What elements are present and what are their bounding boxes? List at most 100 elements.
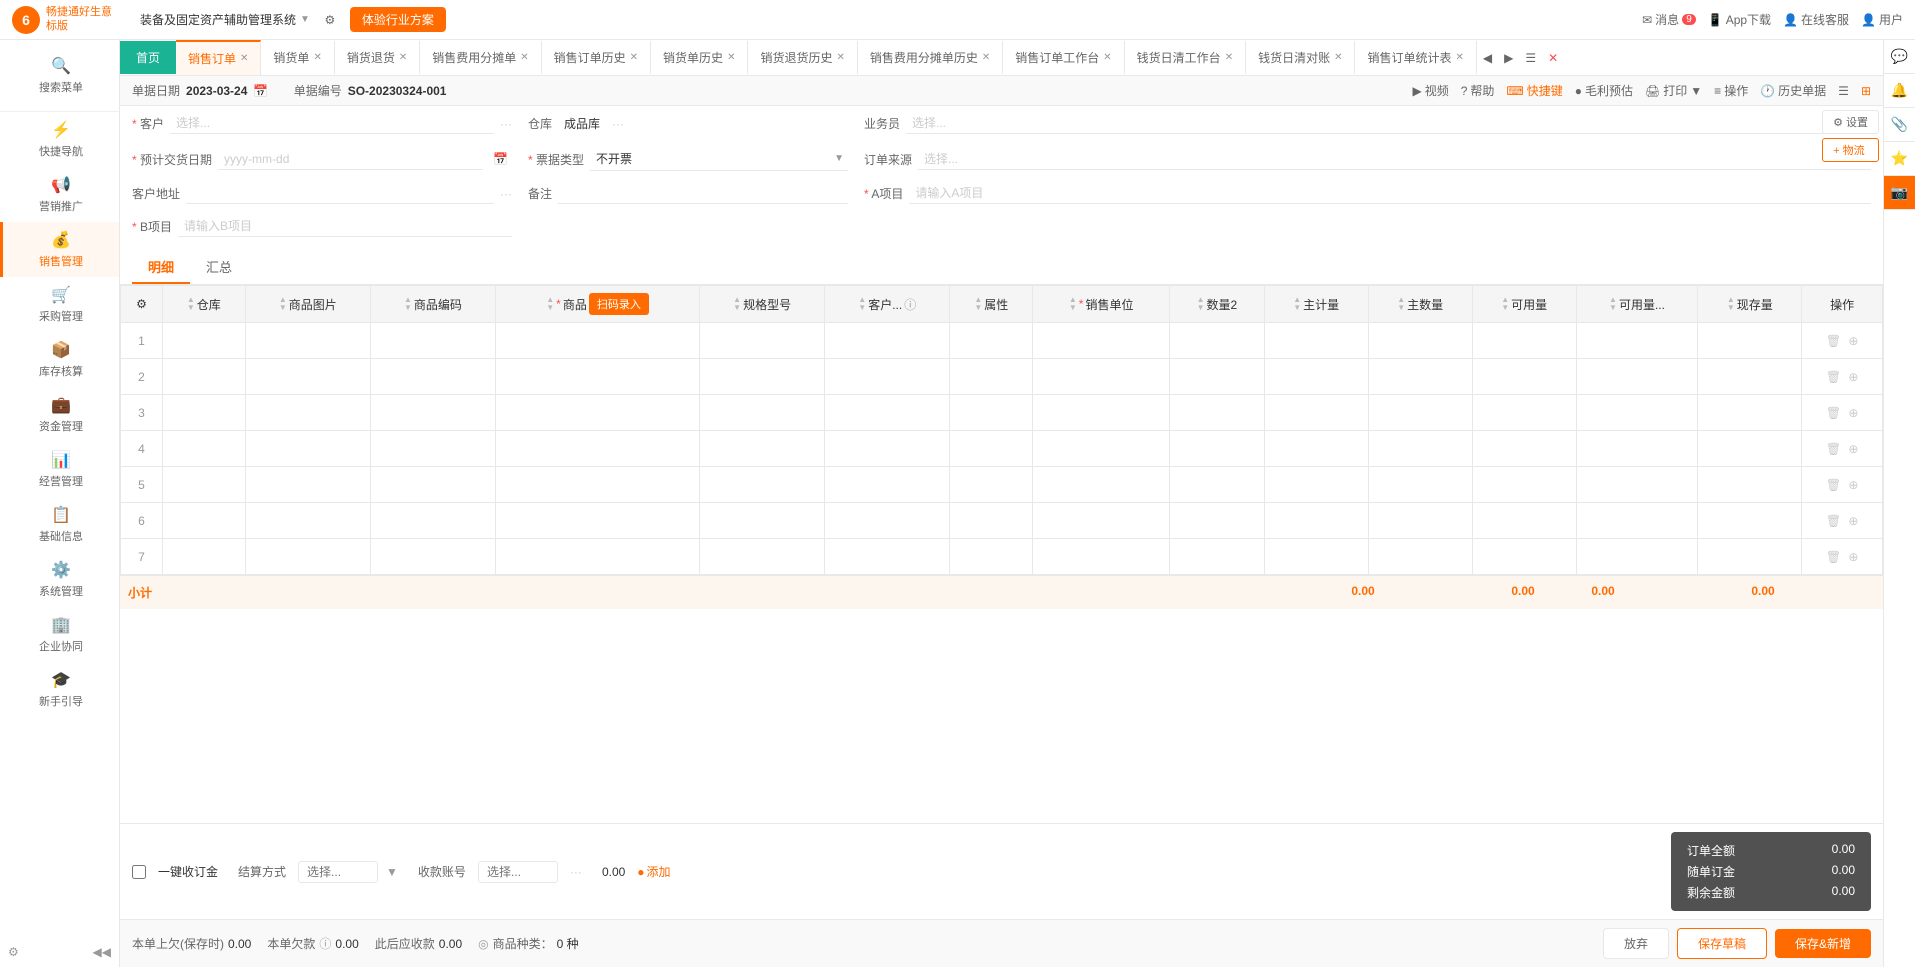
order-source-input[interactable] — [918, 149, 1871, 170]
tab-menu-btn[interactable]: ☰ — [1519, 51, 1542, 65]
tab-cash-goods-workbench[interactable]: 钱货日清工作台 ✕ — [1125, 41, 1246, 74]
delete-icon-7[interactable]: 🗑 — [1826, 550, 1841, 564]
account-more-icon[interactable]: ··· — [570, 865, 582, 879]
row-main-quantity-1[interactable] — [1368, 323, 1472, 359]
customer-more-icon[interactable]: ··· — [500, 117, 512, 131]
account-input[interactable] — [478, 861, 558, 883]
right-float-btn-4[interactable]: ⭐ — [1884, 142, 1915, 176]
tab-close-icon[interactable]: ✕ — [727, 52, 735, 63]
row-product-image-1[interactable] — [245, 323, 370, 359]
sidebar-item-system[interactable]: ⚙️ 系统管理 — [0, 552, 119, 607]
delivery-date-input[interactable] — [218, 149, 483, 170]
row-product-code-2[interactable] — [370, 359, 495, 395]
row-main-quantity-2[interactable] — [1368, 359, 1472, 395]
history-btn[interactable]: 🕐 历史单据 — [1760, 82, 1826, 99]
row-sales-unit-1[interactable] — [1033, 323, 1170, 359]
row-product-code-1[interactable] — [370, 323, 495, 359]
discard-btn[interactable]: 放弃 — [1603, 928, 1669, 959]
tab-close-icon[interactable]: ✕ — [982, 52, 990, 63]
tab-sales-return[interactable]: 销货退货 ✕ — [335, 41, 420, 74]
tab-home[interactable]: 首页 — [120, 41, 176, 74]
sidebar-item-search[interactable]: 🔍 搜索菜单 — [8, 48, 111, 103]
tab-sales-order[interactable]: 销售订单 ✕ — [176, 40, 261, 75]
system-title[interactable]: 装备及固定资产辅助管理系统 ▼ — [140, 11, 310, 28]
tab-sales-workbench[interactable]: 销售订单工作台 ✕ — [1003, 41, 1124, 74]
tab-detail[interactable]: 明细 — [132, 251, 190, 284]
sidebar-item-purchase[interactable]: 🛒 采购管理 — [0, 277, 119, 332]
row-customer-code-1[interactable] — [825, 323, 950, 359]
add-payment-btn[interactable]: ● 添加 — [637, 863, 670, 880]
right-float-btn-5[interactable]: 📷 — [1884, 176, 1915, 210]
invoice-type-select[interactable]: 不开票 ▼ — [590, 147, 848, 171]
tab-sales-goods-history[interactable]: 销货单历史 ✕ — [651, 41, 748, 74]
tab-close-icon[interactable]: ✕ — [520, 52, 528, 63]
row-spec-1[interactable] — [700, 323, 825, 359]
row-sales-unit-2[interactable] — [1033, 359, 1170, 395]
salesperson-input[interactable] — [906, 113, 1853, 134]
address-more-icon[interactable]: ··· — [500, 187, 512, 201]
row-customer-code-2[interactable] — [825, 359, 950, 395]
sidebar-item-ops[interactable]: 📊 经营管理 — [0, 442, 119, 497]
tab-summary[interactable]: 汇总 — [190, 251, 248, 284]
col-settings[interactable]: ⚙ — [121, 286, 163, 323]
row-available2-1[interactable] — [1576, 323, 1698, 359]
scan-btn[interactable]: 扫码录入 — [589, 293, 649, 315]
tab-next-btn[interactable]: ▶ — [1498, 51, 1519, 65]
delete-icon-5[interactable]: 🗑 — [1826, 478, 1841, 492]
tab-close-icon[interactable]: ✕ — [1456, 52, 1464, 63]
calendar-icon-2[interactable]: 📅 — [489, 152, 512, 166]
sidebar-item-inventory[interactable]: 📦 库存核算 — [0, 332, 119, 387]
sidebar-item-guide[interactable]: 🎓 新手引导 — [0, 662, 119, 717]
tab-close-icon[interactable]: ✕ — [1334, 52, 1342, 63]
tab-close-icon[interactable]: ✕ — [630, 52, 638, 63]
col-settings-icon[interactable]: ⚙ — [136, 297, 147, 311]
tab-close-all-btn[interactable]: ✕ — [1542, 51, 1564, 65]
warehouse-more-icon[interactable]: ··· — [612, 117, 624, 131]
row-product-image-2[interactable] — [245, 359, 370, 395]
print-btn[interactable]: 🖨 打印 ▼ — [1645, 82, 1702, 99]
copy-icon-6[interactable]: ⊕ — [1848, 514, 1858, 528]
profit-btn[interactable]: ● 毛利预估 — [1575, 82, 1633, 99]
view-btn[interactable]: ▶ 视频 — [1412, 82, 1448, 99]
user-btn[interactable]: 👤 用户 — [1861, 11, 1903, 28]
row-spec-2[interactable] — [700, 359, 825, 395]
a-project-input[interactable] — [909, 183, 1871, 204]
row-quantity2-1[interactable] — [1170, 323, 1265, 359]
row-main-unit-1[interactable] — [1264, 323, 1368, 359]
sidebar-item-enterprise[interactable]: 🏢 企业协同 — [0, 607, 119, 662]
tab-close-icon[interactable]: ✕ — [1103, 52, 1111, 63]
customer-input[interactable] — [170, 113, 494, 134]
tab-sales-fee-history[interactable]: 销售费用分摊单历史 ✕ — [858, 41, 1003, 74]
row-product-name-2[interactable] — [496, 359, 700, 395]
add-material-btn[interactable]: + 物流 — [1822, 138, 1879, 162]
copy-icon-4[interactable]: ⊕ — [1848, 442, 1858, 456]
app-download-btn[interactable]: 📱 App下载 — [1708, 11, 1771, 28]
tab-close-icon[interactable]: ✕ — [313, 52, 321, 63]
row-current-stock-1[interactable] — [1698, 323, 1802, 359]
row-available2-2[interactable] — [1576, 359, 1698, 395]
solution-button[interactable]: 体验行业方案 — [350, 7, 446, 32]
copy-icon-2[interactable]: ⊕ — [1848, 370, 1858, 384]
row-available-2[interactable] — [1472, 359, 1576, 395]
sidebar-item-quick-nav[interactable]: ⚡ 快捷导航 — [0, 112, 119, 167]
help-btn[interactable]: ? 帮助 — [1461, 82, 1495, 99]
delete-icon-6[interactable]: 🗑 — [1826, 514, 1841, 528]
row-available-1[interactable] — [1472, 323, 1576, 359]
sidebar-item-sales[interactable]: 💰 销售管理 — [0, 222, 119, 277]
settings-footer-icon[interactable]: ⚙ — [8, 945, 19, 959]
delete-icon-1[interactable]: 🗑 — [1826, 334, 1841, 348]
delete-icon-4[interactable]: 🗑 — [1826, 442, 1841, 456]
row-attributes-1[interactable] — [950, 323, 1033, 359]
copy-icon-7[interactable]: ⊕ — [1848, 550, 1858, 564]
tab-close-icon[interactable]: ✕ — [1225, 52, 1233, 63]
right-float-btn-1[interactable]: 💬 — [1884, 40, 1915, 74]
tab-close-icon[interactable]: ✕ — [240, 53, 248, 64]
row-product-name-1[interactable] — [496, 323, 700, 359]
tab-close-icon[interactable]: ✕ — [836, 52, 844, 63]
right-float-btn-2[interactable]: 🔔 — [1884, 74, 1915, 108]
layout-grid-btn[interactable]: ⊞ — [1861, 84, 1871, 98]
remarks-input[interactable] — [558, 183, 848, 204]
sidebar-item-basic[interactable]: 📋 基础信息 — [0, 497, 119, 552]
settings-btn[interactable]: ⚙ 设置 — [1822, 110, 1879, 134]
save-new-btn[interactable]: 保存&新增 — [1775, 929, 1871, 958]
